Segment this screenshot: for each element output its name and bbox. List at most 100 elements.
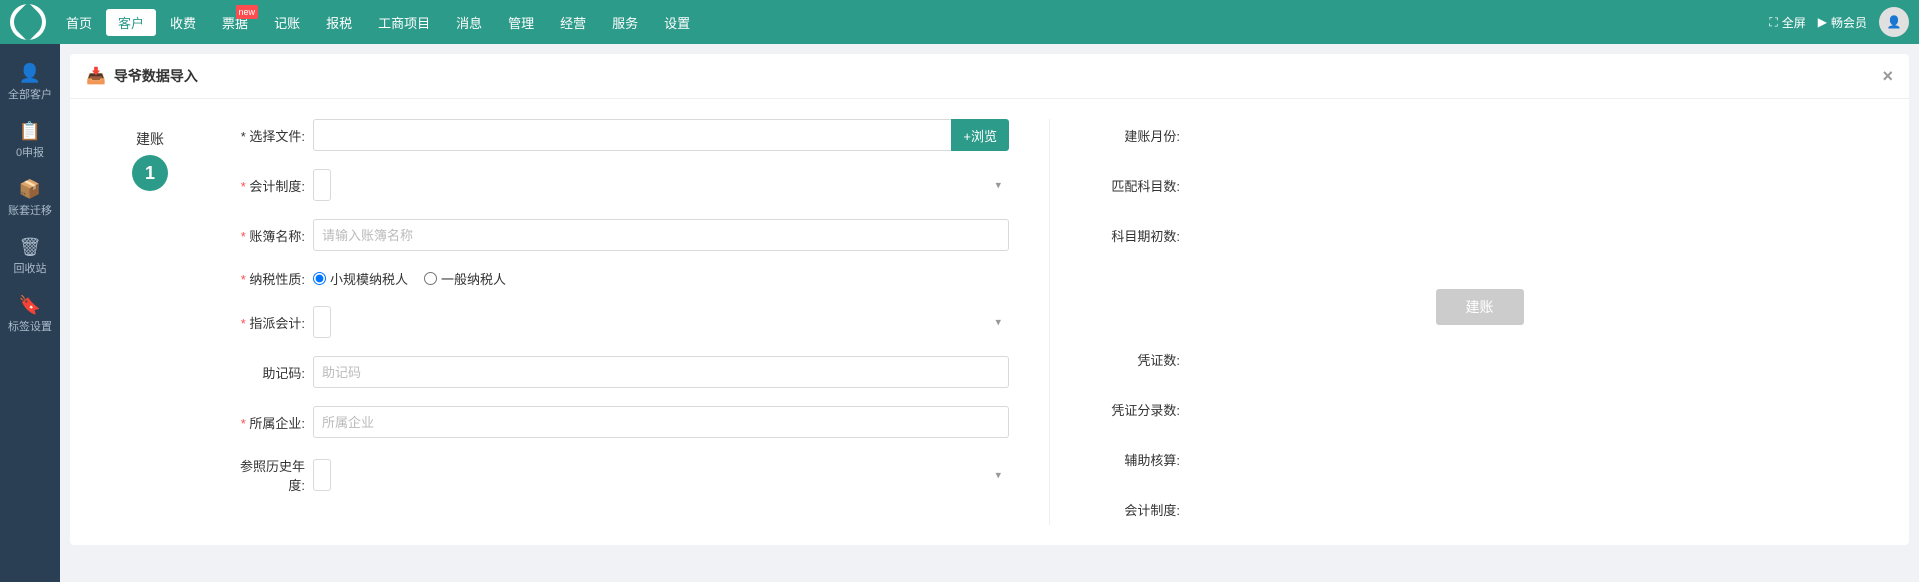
month-row: 建账月份: [1090, 119, 1869, 151]
sidebar-item-recycle-bin[interactable]: 🗑 回收站 [0, 228, 60, 286]
sidebar-item-declaration[interactable]: 📋 0申报 [0, 112, 60, 170]
file-label: * 选择文件: [230, 126, 305, 145]
nav-operations[interactable]: 经营 [548, 9, 598, 36]
content-area: 📥 导爷数据导入 × 建账 1 * 选择文件: [60, 44, 1919, 582]
history-label: 参照历史年度: [230, 456, 305, 494]
voucher-label: 凭证数: [1090, 350, 1180, 369]
new-badge: new [236, 5, 259, 19]
nav-bookkeeping[interactable]: 记账 [262, 9, 312, 36]
nav-invoices[interactable]: 票据 new [210, 9, 260, 36]
auxiliary-label: 辅助核算: [1090, 450, 1180, 469]
sidebar-item-all-clients[interactable]: 👤 全部客户 [0, 54, 60, 112]
right-form: 建账月份: 匹配科目数: 科目期初数: 建账 [1090, 119, 1869, 525]
accountant-row: 指派会计: [230, 306, 1009, 338]
nav-settings[interactable]: 设置 [652, 9, 702, 36]
match-label: 匹配科目数: [1090, 176, 1180, 195]
left-form: * 选择文件: +浏览 会计制度: [230, 119, 1009, 525]
general-taxpayer-input[interactable] [424, 272, 437, 285]
nav-customers[interactable]: 客户 [106, 9, 156, 36]
accounting-system-value [1188, 493, 1869, 525]
accounting-system-label: 会计制度: [1090, 500, 1180, 519]
import-panel: 📥 导爷数据导入 × 建账 1 * 选择文件: [70, 54, 1909, 545]
sidebar-item-account-migration[interactable]: 📦 账套迁移 [0, 170, 60, 228]
step-label: 建账 [136, 129, 164, 149]
tax-radio-group: 小规模纳税人 一般纳税人 [313, 269, 506, 288]
avatar[interactable]: 👤 [1879, 7, 1909, 37]
initial-row: 科目期初数: [1090, 219, 1869, 251]
accounting-system-row: 会计制度: [1090, 493, 1869, 525]
small-taxpayer-input[interactable] [313, 272, 326, 285]
play-icon: ▶ [1818, 15, 1827, 29]
all-clients-icon: 👤 [19, 64, 41, 82]
voucher-entries-value [1188, 393, 1869, 425]
step-section: 建账 1 [110, 119, 190, 525]
initial-value [1188, 219, 1869, 251]
history-select[interactable] [313, 459, 331, 491]
logo-leaf-icon [10, 4, 46, 40]
accounting-row: 会计制度: [230, 169, 1009, 201]
app-logo[interactable] [10, 4, 46, 40]
history-row: 参照历史年度: [230, 456, 1009, 494]
recycle-bin-icon: 🗑 [19, 238, 42, 256]
auxiliary-value [1188, 443, 1869, 475]
top-navigation: 首页 客户 收费 票据 new 记账 报税 工商项目 消息 管理 经营 服务 设… [0, 0, 1919, 44]
file-row: * 选择文件: +浏览 [230, 119, 1009, 151]
declaration-icon: 📋 [19, 122, 41, 140]
month-value [1188, 119, 1869, 151]
nav-commerce[interactable]: 工商项目 [366, 9, 442, 36]
sidebar-item-label-settings[interactable]: 🔖 标签设置 [0, 286, 60, 344]
step-circle: 1 [132, 155, 168, 191]
panel-header-icon: 📥 [86, 66, 106, 86]
user-icon: 👤 [1887, 15, 1902, 29]
close-button[interactable]: × [1882, 66, 1893, 87]
nav-billing[interactable]: 收费 [158, 9, 208, 36]
form-container: 建账 1 * 选择文件: +浏览 会计制度: [70, 99, 1909, 545]
account-migration-icon: 📦 [19, 180, 41, 198]
build-account-button[interactable]: 建账 [1436, 289, 1524, 325]
memo-row: 助记码: [230, 356, 1009, 388]
auxiliary-row: 辅助核算: [1090, 443, 1869, 475]
voucher-entries-label: 凭证分录数: [1090, 400, 1180, 419]
nav-tax[interactable]: 报税 [314, 9, 364, 36]
main-layout: 👤 全部客户 📋 0申报 📦 账套迁移 🗑 回收站 🔖 标签设置 📥 导爷数据导… [0, 44, 1919, 582]
nav-services[interactable]: 服务 [600, 9, 650, 36]
file-input[interactable] [313, 119, 951, 151]
match-row: 匹配科目数: [1090, 169, 1869, 201]
memo-input[interactable] [313, 356, 1009, 388]
voucher-entries-row: 凭证分录数: [1090, 393, 1869, 425]
history-select-wrapper [313, 459, 1009, 491]
nav-right-area: ⛶ 全屏 ▶ 畅会员 👤 [1769, 7, 1909, 37]
fullscreen-button[interactable]: ⛶ 全屏 [1769, 14, 1805, 31]
accounting-select-wrapper [313, 169, 1009, 201]
vip-button[interactable]: ▶ 畅会员 [1818, 14, 1867, 31]
sidebar: 👤 全部客户 📋 0申报 📦 账套迁移 🗑 回收站 🔖 标签设置 [0, 44, 60, 582]
browse-button[interactable]: +浏览 [951, 119, 1009, 151]
nav-messages[interactable]: 消息 [444, 9, 494, 36]
small-taxpayer-radio[interactable]: 小规模纳税人 [313, 269, 408, 288]
build-btn-row: 建账 [1090, 269, 1869, 325]
match-value [1188, 169, 1869, 201]
label-settings-icon: 🔖 [19, 296, 41, 314]
initial-label: 科目期初数: [1090, 226, 1180, 245]
memo-label: 助记码: [230, 363, 305, 382]
general-taxpayer-radio[interactable]: 一般纳税人 [424, 269, 506, 288]
small-taxpayer-label: 小规模纳税人 [330, 269, 408, 288]
accounting-select[interactable] [313, 169, 331, 201]
company-row: 所属企业: [230, 406, 1009, 438]
ledger-row: 账簿名称: [230, 219, 1009, 251]
nav-home[interactable]: 首页 [54, 9, 104, 36]
accountant-select-wrapper [313, 306, 1009, 338]
company-input[interactable] [313, 406, 1009, 438]
panel-header: 📥 导爷数据导入 × [70, 54, 1909, 99]
accounting-label: 会计制度: [230, 176, 305, 195]
nav-items: 首页 客户 收费 票据 new 记账 报税 工商项目 消息 管理 经营 服务 设… [54, 9, 1769, 36]
voucher-row: 凭证数: [1090, 343, 1869, 375]
ledger-input[interactable] [313, 219, 1009, 251]
nav-management[interactable]: 管理 [496, 9, 546, 36]
accountant-select[interactable] [313, 306, 331, 338]
tax-type-row: 纳税性质: 小规模纳税人 一般纳税人 [230, 269, 1009, 288]
tax-label: 纳税性质: [230, 269, 305, 288]
panel-title: 导爷数据导入 [114, 66, 198, 86]
vertical-divider [1049, 119, 1050, 525]
general-taxpayer-label: 一般纳税人 [441, 269, 506, 288]
